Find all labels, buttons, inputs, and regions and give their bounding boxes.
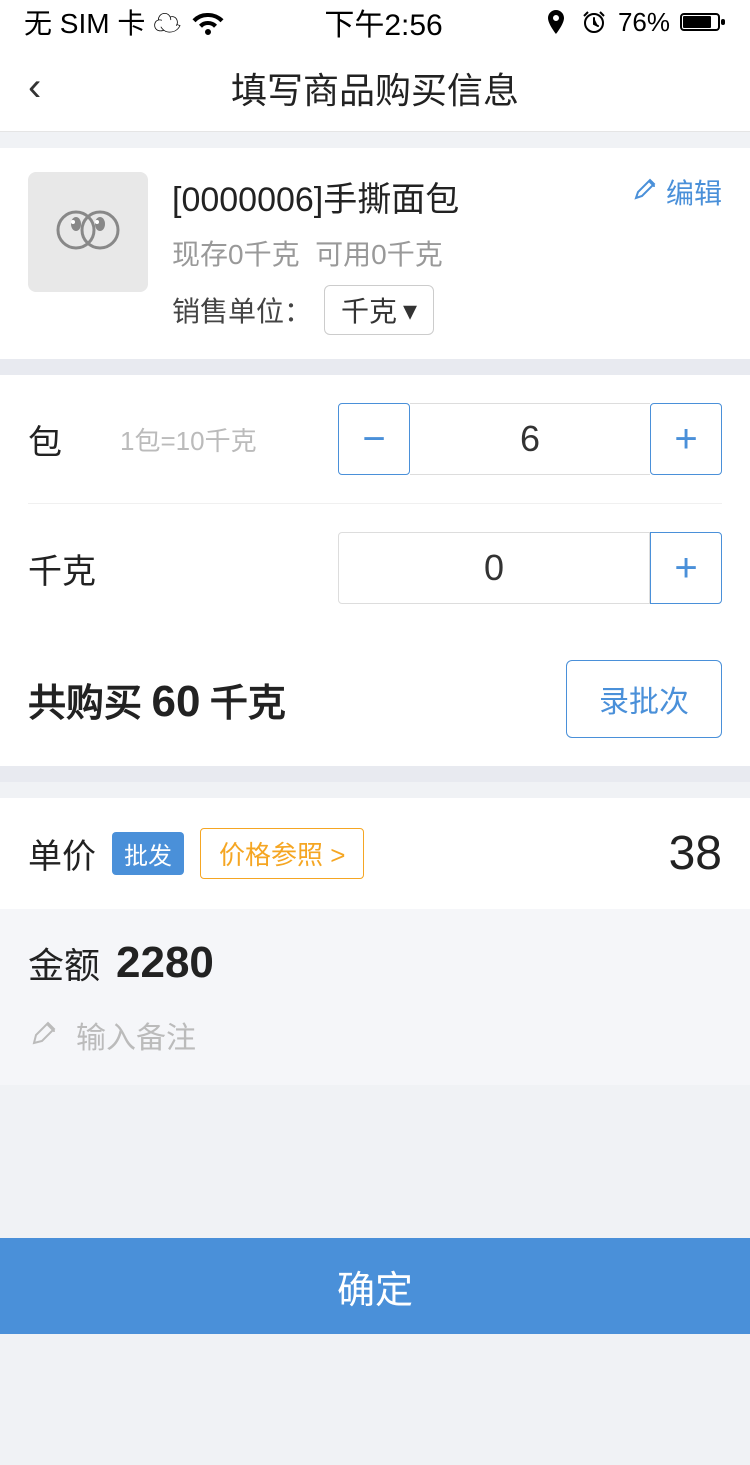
- bao-hint: 1包=10千克: [120, 421, 338, 458]
- confirm-button[interactable]: 确定: [0, 1238, 750, 1334]
- total-section: 共购买 60 千克 录批次: [0, 632, 750, 766]
- product-stock: 现存0千克 可用0千克: [172, 233, 722, 273]
- status-left: 无 SIM 卡 ☁: [24, 2, 225, 42]
- input-section: 包 1包=10千克 − + 千克 +: [0, 375, 750, 632]
- remark-placeholder[interactable]: 输入备注: [76, 1013, 196, 1057]
- amount-value: 2280: [116, 938, 214, 988]
- alarm-icon: [580, 8, 608, 36]
- amount-row: 金额 2280: [28, 937, 722, 989]
- wifi-icon: [191, 9, 225, 35]
- page-header: ‹ 填写商品购买信息: [0, 44, 750, 132]
- product-card: [0000006]手撕面包 现存0千克 可用0千克 销售单位： 千克 ▾ 编辑: [0, 148, 750, 359]
- section-divider-1: [0, 359, 750, 375]
- edit-button[interactable]: 编辑: [632, 172, 722, 212]
- price-value: 38: [669, 826, 722, 881]
- bao-label: 包: [28, 415, 108, 464]
- battery-label: 76%: [618, 7, 670, 38]
- price-ref-button[interactable]: 价格参照 >: [200, 828, 364, 879]
- location-icon: [542, 8, 570, 36]
- bao-stepper: − +: [338, 403, 722, 475]
- kg-stepper: +: [338, 532, 722, 604]
- sim-label: 无 SIM 卡 ☁: [24, 2, 181, 42]
- total-text: 共购买 60 千克: [28, 672, 286, 727]
- remark-icon: [28, 1019, 60, 1051]
- kg-plus-button[interactable]: +: [650, 532, 722, 604]
- back-button[interactable]: ‹: [28, 65, 41, 110]
- remark-row[interactable]: 输入备注: [28, 1013, 722, 1057]
- batch-button[interactable]: 录批次: [566, 660, 722, 738]
- unit-label: 销售单位：: [172, 290, 312, 330]
- bao-minus-button[interactable]: −: [338, 403, 410, 475]
- product-unit-row: 销售单位： 千克 ▾: [172, 285, 722, 335]
- price-badge: 批发: [112, 832, 184, 875]
- status-bar: 无 SIM 卡 ☁ 下午2:56 76%: [0, 0, 750, 44]
- bao-input[interactable]: [410, 403, 650, 475]
- bao-plus-button[interactable]: +: [650, 403, 722, 475]
- section-divider-2: [0, 766, 750, 782]
- battery-icon: [680, 10, 726, 34]
- bao-row: 包 1包=10千克 − +: [28, 375, 722, 504]
- price-left: 单价 批发 价格参照 >: [28, 828, 364, 879]
- price-section: 单价 批发 价格参照 > 38: [0, 798, 750, 909]
- status-time: 下午2:56: [324, 0, 442, 44]
- status-right: 76%: [542, 7, 726, 38]
- amount-section: 金额 2280 输入备注: [0, 909, 750, 1085]
- product-image: [28, 172, 148, 292]
- product-logo: [48, 202, 128, 262]
- amount-label: 金额: [28, 937, 100, 989]
- page-title: 填写商品购买信息: [231, 62, 519, 114]
- edit-icon: [632, 178, 660, 206]
- kg-input[interactable]: [338, 532, 650, 604]
- unit-select[interactable]: 千克 ▾: [324, 285, 434, 335]
- kg-label: 千克: [28, 544, 108, 593]
- price-label: 单价: [28, 829, 96, 878]
- kg-row: 千克 +: [28, 504, 722, 632]
